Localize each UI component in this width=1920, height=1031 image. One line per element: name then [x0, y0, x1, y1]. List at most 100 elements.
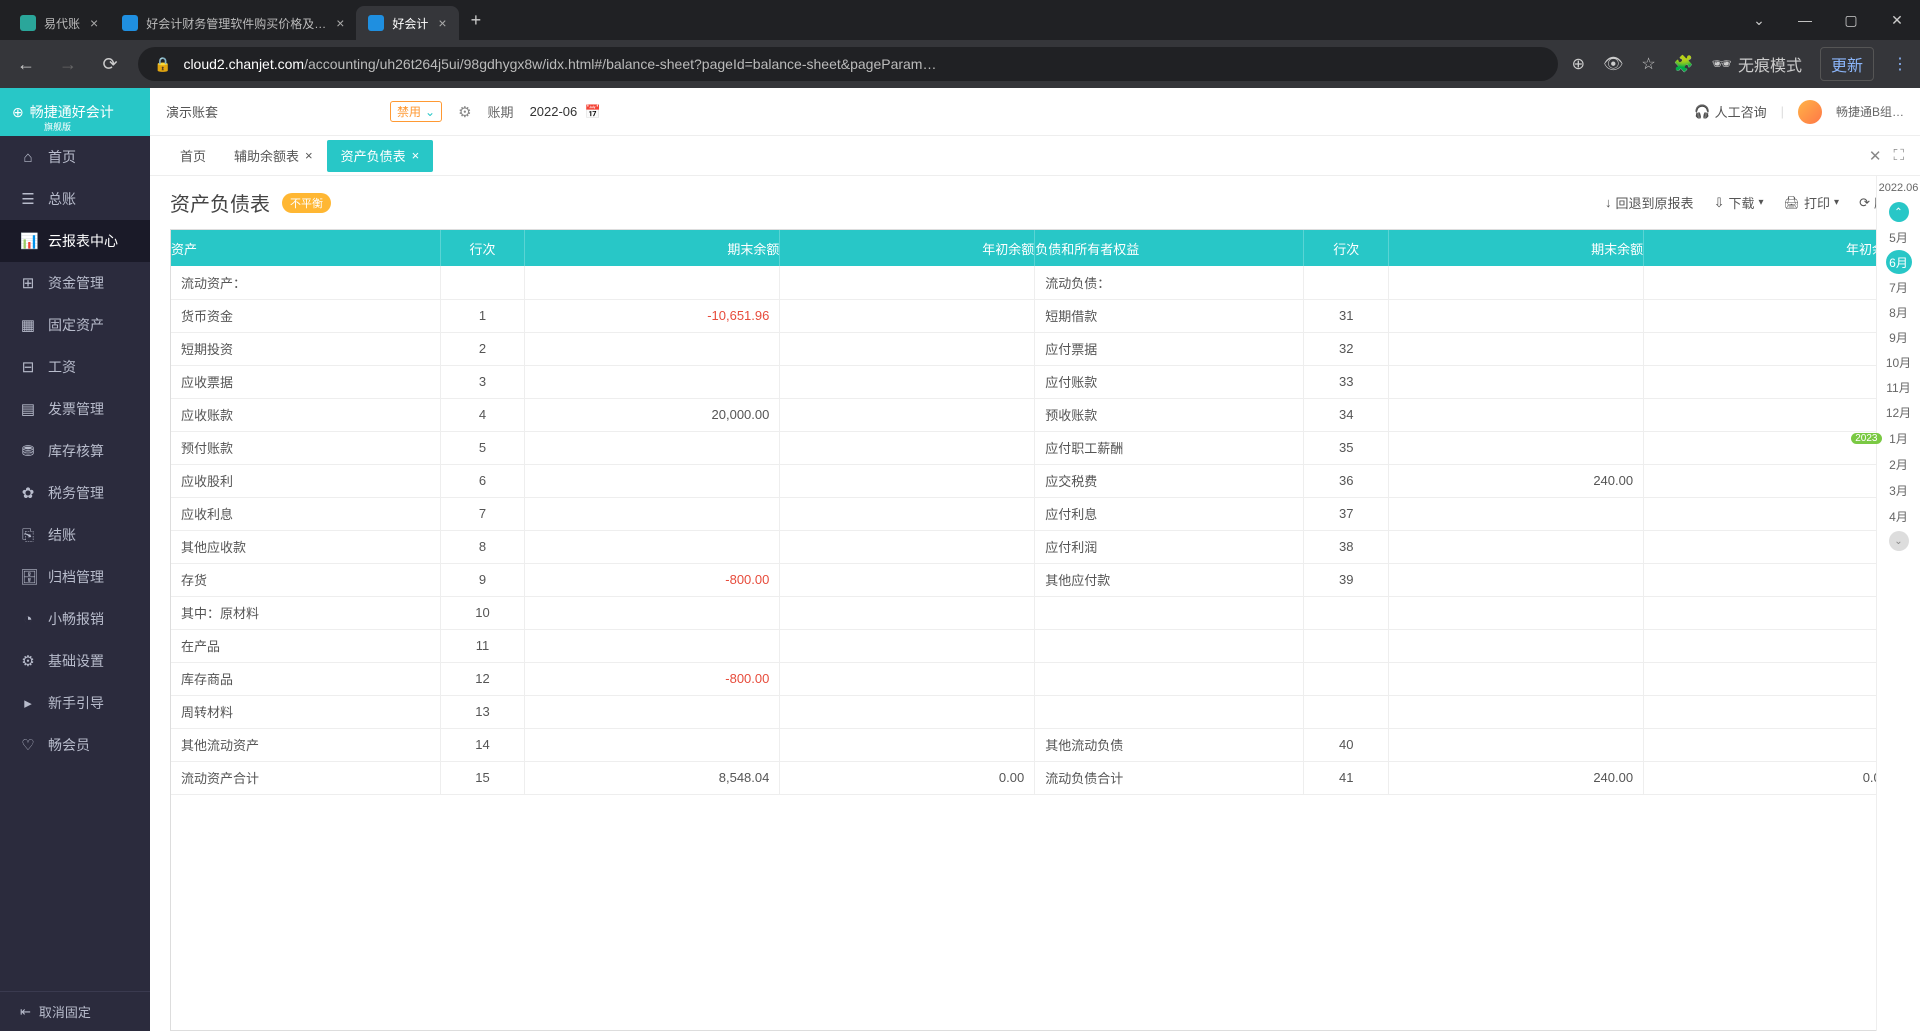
settings-icon[interactable]: ⚙ — [458, 103, 471, 121]
cell-liab-end — [1389, 695, 1644, 728]
cell-liab-name: 其他应付款 — [1035, 563, 1304, 596]
month-item[interactable]: 2月 — [1886, 452, 1912, 476]
th-row: 行次 — [440, 230, 525, 266]
print-button[interactable]: 🖨打印▾ — [1784, 193, 1840, 212]
table-row[interactable]: 应收账款 4 20,000.00 预收账款 34 — [171, 398, 1899, 431]
minimize-button[interactable]: ― — [1782, 0, 1828, 40]
customer-service-link[interactable]: 🎧 人工咨询 — [1694, 102, 1766, 121]
month-item[interactable]: 3月 — [1886, 478, 1912, 502]
table-row[interactable]: 其他应收款 8 应付利润 38 — [171, 530, 1899, 563]
more-menu-icon[interactable]: ⋮ — [1892, 54, 1908, 74]
month-item[interactable]: 1月 — [1886, 426, 1912, 450]
account-name[interactable]: 演示账套 — [166, 102, 218, 121]
close-all-tabs-icon[interactable]: ✕ — [1869, 147, 1882, 165]
table-row[interactable]: 在产品 11 — [171, 629, 1899, 662]
month-prev-button[interactable]: ⌃ — [1889, 202, 1909, 222]
cell-liab-name: 短期借款 — [1035, 299, 1304, 332]
browser-tab[interactable]: 易代账 × — [8, 6, 110, 40]
maximize-button[interactable]: ▢ — [1828, 0, 1874, 40]
month-item[interactable]: 11月 — [1886, 375, 1912, 399]
sidebar-item[interactable]: ☰ 总账 — [0, 178, 150, 220]
table-row[interactable]: 流动资产合计 15 8,548.04 0.00 流动负债合计 41 240.00… — [171, 761, 1899, 794]
period-picker[interactable]: 2022-06 📅 — [530, 104, 602, 120]
app-logo[interactable]: ⊕ 畅捷通好会计 旗舰版 — [0, 88, 150, 136]
cell-asset-name: 在产品 — [171, 629, 440, 662]
favicon — [368, 15, 384, 31]
cell-liab-name: 应付账款 — [1035, 365, 1304, 398]
table-row[interactable]: 预付账款 5 应付职工薪酬 35 — [171, 431, 1899, 464]
table-row[interactable]: 货币资金 1 -10,651.96 短期借款 31 — [171, 299, 1899, 332]
bookmark-icon[interactable]: ☆ — [1641, 54, 1655, 74]
cell-liab-end — [1389, 662, 1644, 695]
search-page-icon[interactable]: ⊕ — [1572, 54, 1585, 74]
page-tab[interactable]: 资产负债表× — [327, 140, 434, 172]
cell-asset-end — [525, 464, 780, 497]
download-button[interactable]: ⇩下载▾ — [1714, 193, 1764, 212]
reload-button[interactable]: ⟳ — [96, 54, 124, 75]
chevron-down-icon: ⌄ — [425, 105, 435, 119]
url-input[interactable]: 🔒 cloud2.chanjet.com/accounting/uh26t264… — [138, 47, 1558, 81]
browser-tab[interactable]: 好会计财务管理软件购买价格及… × — [110, 6, 356, 40]
sidebar-item[interactable]: ✿ 税务管理 — [0, 472, 150, 514]
disable-badge[interactable]: 禁用⌄ — [390, 101, 442, 122]
month-item[interactable]: 7月 — [1886, 275, 1912, 299]
sidebar-item-label: 固定资产 — [48, 315, 104, 335]
tab-close-icon[interactable]: × — [438, 15, 446, 31]
cell-asset-name: 其他应收款 — [171, 530, 440, 563]
table-row[interactable]: 其中：原材料 10 — [171, 596, 1899, 629]
month-item[interactable]: 5月 — [1886, 225, 1912, 249]
eye-off-icon[interactable]: 👁 — [1603, 54, 1623, 74]
sidebar-item[interactable]: ▤ 发票管理 — [0, 388, 150, 430]
month-item[interactable]: 8月 — [1886, 300, 1912, 324]
month-item[interactable]: 9月 — [1886, 325, 1912, 349]
browser-tab[interactable]: 好会计 × — [356, 6, 458, 40]
table-row[interactable]: 应收股利 6 应交税费 36 240.00 — [171, 464, 1899, 497]
table-row[interactable]: 周转材料 13 — [171, 695, 1899, 728]
month-next-button[interactable]: ⌄ — [1889, 531, 1909, 551]
sidebar-item[interactable]: 🗄 归档管理 — [0, 556, 150, 598]
sidebar-item[interactable]: ⎘ 结账 — [0, 514, 150, 556]
month-item[interactable]: 4月 — [1886, 504, 1912, 528]
page-tab[interactable]: 首页 — [166, 140, 220, 172]
table-row[interactable]: 存货 9 -800.00 其他应付款 39 — [171, 563, 1899, 596]
sidebar-item[interactable]: ⛃ 库存核算 — [0, 430, 150, 472]
cell-liab-name: 应付利息 — [1035, 497, 1304, 530]
sidebar-item[interactable]: ◔ 小畅报销 — [0, 598, 150, 640]
sidebar-item[interactable]: ♡ 畅会员 — [0, 724, 150, 766]
fullscreen-icon[interactable]: ⛶ — [1893, 147, 1904, 165]
sidebar-item[interactable]: 📊 云报表中心 — [0, 220, 150, 262]
tab-close-icon[interactable]: × — [412, 148, 420, 163]
sidebar-item[interactable]: ⊞ 资金管理 — [0, 262, 150, 304]
month-item[interactable]: 12月 — [1886, 400, 1912, 424]
close-window-button[interactable]: ✕ — [1874, 0, 1920, 40]
month-item[interactable]: 6月 — [1886, 250, 1912, 274]
table-row[interactable]: 应收票据 3 应付账款 33 — [171, 365, 1899, 398]
table-row[interactable]: 其他流动资产 14 其他流动负债 40 — [171, 728, 1899, 761]
new-tab-button[interactable]: + — [459, 10, 494, 31]
sidebar-item-label: 云报表中心 — [48, 231, 118, 251]
sidebar-item[interactable]: ▦ 固定资产 — [0, 304, 150, 346]
unpin-button[interactable]: ⇤ 取消固定 — [0, 991, 150, 1031]
table-row[interactable]: 库存商品 12 -800.00 — [171, 662, 1899, 695]
tab-close-icon[interactable]: × — [305, 148, 313, 163]
cell-asset-end — [525, 596, 780, 629]
sidebar-item[interactable]: ▸ 新手引导 — [0, 682, 150, 724]
sidebar-item[interactable]: ⊟ 工资 — [0, 346, 150, 388]
tab-close-icon[interactable]: × — [336, 15, 344, 31]
page-tab[interactable]: 辅助余额表× — [220, 140, 327, 172]
month-item[interactable]: 10月 — [1886, 350, 1912, 374]
chevron-down-icon[interactable]: ⌄ — [1736, 0, 1782, 40]
table-row[interactable]: 应收利息 7 应付利息 37 — [171, 497, 1899, 530]
rollback-button[interactable]: ↓回退到原报表 — [1605, 193, 1694, 212]
sidebar-item[interactable]: ⚙ 基础设置 — [0, 640, 150, 682]
extension-icon[interactable]: 🧩 — [1674, 54, 1694, 74]
sidebar-item[interactable]: ⌂ 首页 — [0, 136, 150, 178]
table-row[interactable]: 流动资产： 流动负债： — [171, 266, 1899, 299]
cell-liab-name: 流动负债： — [1035, 266, 1304, 299]
avatar[interactable] — [1798, 100, 1822, 124]
update-button[interactable]: 更新 — [1820, 47, 1874, 81]
tab-close-icon[interactable]: × — [90, 15, 98, 31]
back-button[interactable]: ← — [12, 54, 40, 75]
user-name[interactable]: 畅捷通B组… — [1836, 103, 1904, 120]
table-row[interactable]: 短期投资 2 应付票据 32 — [171, 332, 1899, 365]
